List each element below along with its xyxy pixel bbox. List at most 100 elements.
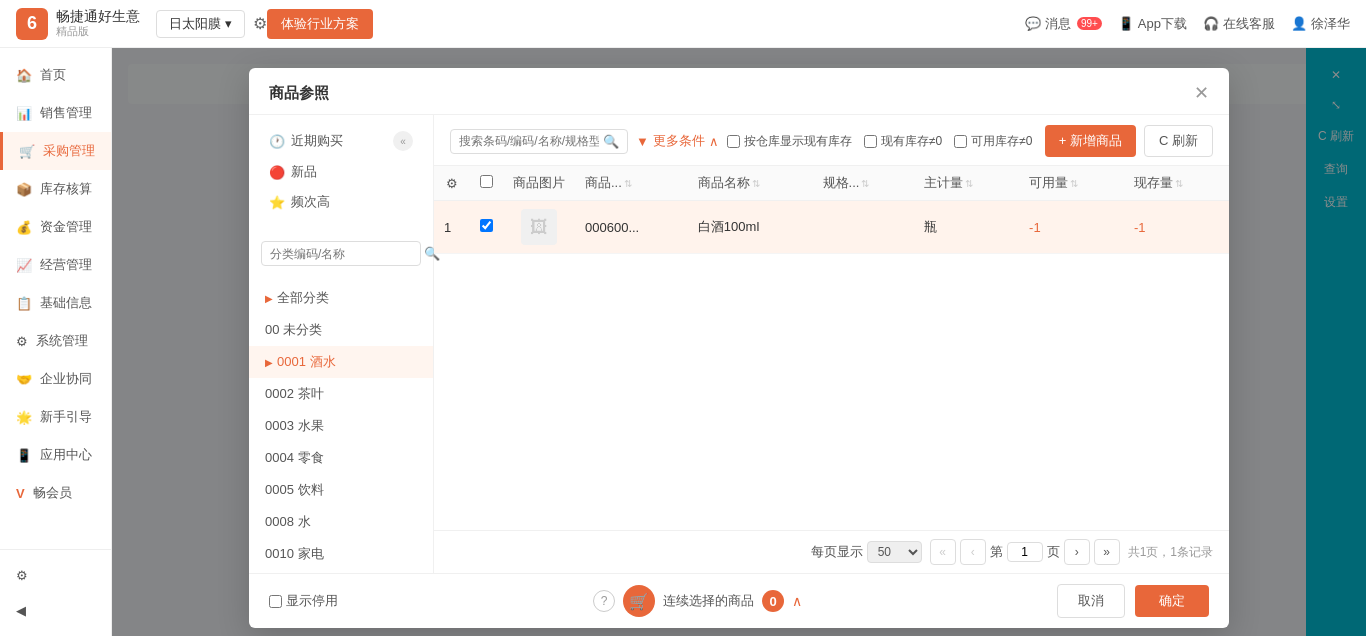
select-all-checkbox[interactable]: [480, 175, 493, 188]
recent-purchase-btn[interactable]: 🕐 近期购买 «: [261, 125, 421, 157]
checkbox-available-nonzero[interactable]: 可用库存≠0: [954, 133, 1032, 150]
page-label: 第: [990, 543, 1003, 561]
checkbox-warehouse-label: 按仓库显示现有库存: [744, 133, 852, 150]
pagination-bar: 每页显示 10 20 50 100 « ‹: [434, 530, 1229, 573]
sidebar-item-finance[interactable]: 💰 资金管理: [0, 208, 111, 246]
th-settings[interactable]: ⚙: [434, 166, 470, 201]
modal-overlay: 商品参照 ✕ 🕐 近期购买 «: [112, 48, 1366, 636]
confirm-btn[interactable]: 确定: [1135, 585, 1209, 617]
category-search-input[interactable]: [270, 247, 420, 261]
apps-icon: 📱: [16, 448, 32, 463]
cart-collapse-btn[interactable]: ∧: [792, 593, 802, 609]
sidebar-item-apps[interactable]: 📱 应用中心: [0, 436, 111, 474]
last-page-btn[interactable]: »: [1094, 539, 1120, 565]
exp-btn[interactable]: 体验行业方案: [267, 9, 373, 39]
cat-all[interactable]: ▶ 全部分类: [249, 282, 433, 314]
th-product-name[interactable]: 商品名称 ⇅: [688, 166, 813, 201]
sidebar-label-home: 首页: [40, 66, 66, 84]
th-unit[interactable]: 主计量 ⇅: [914, 166, 1019, 201]
sidebar-item-sales[interactable]: 📊 销售管理: [0, 94, 111, 132]
service-label: 在线客服: [1223, 15, 1275, 33]
cancel-btn[interactable]: 取消: [1057, 584, 1125, 618]
messages-btn[interactable]: 💬 消息 99+: [1025, 15, 1102, 33]
user-menu[interactable]: 👤 徐泽华: [1291, 15, 1350, 33]
th-select-all[interactable]: [470, 166, 503, 201]
clock-icon: 🕐: [269, 134, 285, 149]
cart-btn[interactable]: 🛒: [623, 585, 655, 617]
modal-close-btn[interactable]: ✕: [1194, 82, 1209, 104]
checkbox-available-input[interactable]: [954, 135, 967, 148]
product-modal: 商品参照 ✕ 🕐 近期购买 «: [249, 68, 1229, 628]
sidebar-item-home[interactable]: 🏠 首页: [0, 56, 111, 94]
modal-body: 🕐 近期购买 « 🔴 新品 ⭐ 频次高: [249, 115, 1229, 573]
cat-0003[interactable]: 0003 水果: [249, 410, 433, 442]
td-checkbox[interactable]: [470, 201, 503, 254]
sidebar-item-biz[interactable]: 📈 经营管理: [0, 246, 111, 284]
frequent-btn[interactable]: ⭐ 频次高: [261, 187, 421, 217]
filter-btn[interactable]: ▼ 更多条件 ∧: [636, 132, 719, 150]
page-input[interactable]: [1007, 542, 1043, 562]
cat-0008[interactable]: 0008 水: [249, 506, 433, 538]
modal-header: 商品参照 ✕: [249, 68, 1229, 115]
first-page-btn[interactable]: «: [930, 539, 956, 565]
cat-0002[interactable]: 0002 茶叶: [249, 378, 433, 410]
sidebar-label-guide: 新手引导: [40, 408, 92, 426]
star-icon: ⭐: [269, 195, 285, 210]
sidebar-collapse-btn[interactable]: ◀: [0, 593, 111, 628]
sidebar-label-collab: 企业协同: [40, 370, 92, 388]
sidebar-item-vip[interactable]: V 畅会员: [0, 474, 111, 512]
add-product-btn[interactable]: + 新增商品: [1045, 125, 1136, 157]
sidebar-label-inventory: 库存核算: [40, 180, 92, 198]
cat-0001[interactable]: ▶ 0001 酒水: [249, 346, 433, 378]
sort-unit-icon: ⇅: [965, 178, 973, 189]
per-page-select[interactable]: 10 20 50 100: [867, 541, 922, 563]
home-icon: 🏠: [16, 68, 32, 83]
sort-avail-icon: ⇅: [1070, 178, 1078, 189]
sidebar-settings-btn[interactable]: ⚙: [0, 558, 111, 593]
prev-page-btn[interactable]: ‹: [960, 539, 986, 565]
show-disabled-input[interactable]: [269, 595, 282, 608]
panel-collapse-btn[interactable]: «: [393, 131, 413, 151]
cart-count: 0: [762, 590, 784, 612]
branch-selector[interactable]: 日太阳膜 ▾: [156, 10, 245, 38]
cat-0010[interactable]: 0010 家电: [249, 538, 433, 570]
modal-footer: 显示停用 ? 🛒 连续选择的商品 0 ∧ 取消 确定: [249, 573, 1229, 628]
settings-icon[interactable]: ⚙: [253, 14, 267, 33]
cat-0005[interactable]: 0005 饮料: [249, 474, 433, 506]
refresh-btn[interactable]: C 刷新: [1144, 125, 1213, 157]
logo-title: 畅捷通好生意: [56, 8, 140, 25]
checkbox-stock-nonzero[interactable]: 现有库存≠0: [864, 133, 942, 150]
th-spec[interactable]: 规格... ⇅: [813, 166, 915, 201]
sidebar-item-base[interactable]: 📋 基础信息: [0, 284, 111, 322]
checkbox-warehouse-input[interactable]: [727, 135, 740, 148]
th-available[interactable]: 可用量 ⇅: [1019, 166, 1124, 201]
sort-name-icon: ⇅: [752, 178, 760, 189]
online-service-btn[interactable]: 🎧 在线客服: [1203, 15, 1275, 33]
checkbox-stock-input[interactable]: [864, 135, 877, 148]
cat-0004[interactable]: 0004 零食: [249, 442, 433, 474]
app-download-btn[interactable]: 📱 App下载: [1118, 15, 1187, 33]
new-product-btn[interactable]: 🔴 新品: [261, 157, 421, 187]
cat-00[interactable]: 00 未分类: [249, 314, 433, 346]
sidebar-item-collab[interactable]: 🤝 企业协同: [0, 360, 111, 398]
sidebar-item-purchase[interactable]: 🛒 采购管理: [0, 132, 111, 170]
recent-purchase-label: 近期购买: [291, 132, 343, 150]
row-checkbox[interactable]: [480, 219, 493, 232]
table-row[interactable]: 1 🖼 000600... 白酒100ml: [434, 201, 1229, 254]
help-icon[interactable]: ?: [593, 590, 615, 612]
sidebar-item-guide[interactable]: 🌟 新手引导: [0, 398, 111, 436]
th-product-code[interactable]: 商品... ⇅: [575, 166, 688, 201]
modal-title: 商品参照: [269, 84, 329, 103]
th-stock[interactable]: 现存量 ⇅: [1124, 166, 1229, 201]
product-search-input[interactable]: [459, 134, 599, 148]
sidebar-item-system[interactable]: ⚙ 系统管理: [0, 322, 111, 360]
main-layout: 🏠 首页 📊 销售管理 🛒 采购管理 📦 库存核算 💰 资金管理 📈 经营管理 …: [0, 48, 1366, 636]
cat-00-label: 00 未分类: [265, 321, 322, 339]
next-page-btn[interactable]: ›: [1064, 539, 1090, 565]
sidebar-item-inventory[interactable]: 📦 库存核算: [0, 170, 111, 208]
recent-section: 🕐 近期购买 « 🔴 新品 ⭐ 频次高: [249, 125, 433, 225]
product-search-icon[interactable]: 🔍: [603, 134, 619, 149]
checkbox-warehouse[interactable]: 按仓库显示现有库存: [727, 133, 852, 150]
nav-right: 💬 消息 99+ 📱 App下载 🎧 在线客服 👤 徐泽华: [1025, 15, 1350, 33]
show-disabled-checkbox[interactable]: 显示停用: [269, 592, 338, 610]
